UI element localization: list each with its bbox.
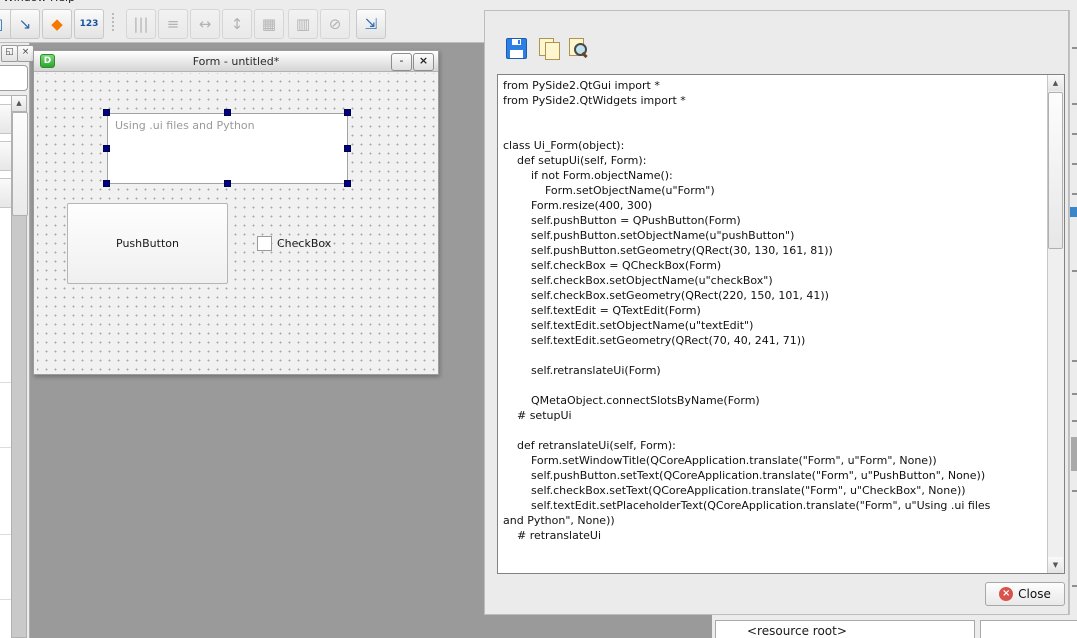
widget-box-row-divider — [0, 599, 11, 600]
selected-row-edge — [1070, 207, 1077, 217]
selection-handle[interactable] — [103, 145, 110, 152]
menu-help[interactable]: Help — [50, 0, 75, 4]
layout-horizontal-splitter-button: ↔ — [190, 9, 220, 39]
layout-vertically-button: ≡ — [158, 9, 188, 39]
tick-mark — [1072, 360, 1077, 362]
tick-mark — [1072, 393, 1077, 395]
widget-box-scrollbar[interactable]: ▲ — [11, 95, 27, 638]
checkbox-indicator[interactable] — [257, 236, 272, 251]
save-icon[interactable] — [506, 38, 528, 60]
copy-icon[interactable] — [539, 38, 561, 60]
form-designer-window: D Form - untitled* - × Using .ui files a… — [33, 50, 439, 375]
qt-designer-screen: Window Help ▯↘◆123|||≡↔↕▦▥⊘⇲ ◱ × ▲ D For… — [0, 0, 1077, 638]
selection-handle[interactable] — [224, 109, 231, 116]
widget-box-float-button[interactable]: ◱ — [1, 45, 18, 62]
layout-grid-button: ▦ — [254, 9, 284, 39]
tick-mark — [1072, 420, 1077, 422]
selection-handle[interactable] — [103, 180, 110, 187]
textedit-widget[interactable]: Using .ui files and Python — [107, 113, 348, 184]
property-editor-edge — [1069, 10, 1077, 618]
selection-handle[interactable] — [344, 145, 351, 152]
selection-handle[interactable] — [103, 109, 110, 116]
widget-box-panel: ◱ × ▲ — [0, 43, 30, 638]
scrollbar-thumb[interactable] — [1048, 92, 1063, 249]
selection-handle[interactable] — [344, 109, 351, 116]
code-view[interactable]: from PySide2.QtGui import * from PySide2… — [497, 74, 1065, 574]
widget-box-row-divider — [0, 382, 11, 383]
toolbar-separator — [112, 13, 114, 33]
tick-mark — [1072, 163, 1077, 165]
selection-handle[interactable] — [224, 180, 231, 187]
widget-box-close-button[interactable]: × — [17, 45, 34, 62]
edit-signals-slots-button[interactable]: ↘ — [10, 9, 40, 39]
close-dialog-button[interactable]: × Close — [985, 582, 1065, 606]
edit-tab-order-button[interactable]: 123 — [74, 9, 104, 39]
form-window-icon: D — [40, 54, 55, 68]
tick-mark — [1072, 193, 1077, 195]
resource-tree[interactable]: <resource root> — [715, 620, 975, 638]
edit-buddies-button[interactable]: ◆ — [42, 9, 72, 39]
scroll-down-icon[interactable]: ▼ — [1048, 557, 1063, 573]
widget-box-filter-input[interactable] — [0, 65, 28, 91]
layout-form-button: ▥ — [288, 9, 318, 39]
form-canvas[interactable]: Using .ui files and Python PushButton Ch… — [37, 73, 437, 373]
scroll-up-icon[interactable]: ▲ — [1048, 75, 1063, 91]
tick-mark — [1072, 103, 1077, 105]
widget-box-list[interactable] — [0, 95, 11, 638]
find-icon[interactable] — [569, 38, 591, 60]
close-icon: × — [999, 587, 1013, 601]
pushbutton-widget[interactable]: PushButton — [67, 203, 228, 284]
tick-mark — [1072, 47, 1077, 49]
scrollbar-thumb[interactable] — [1071, 437, 1077, 471]
minimize-button[interactable]: - — [391, 53, 412, 71]
tick-mark — [1072, 585, 1077, 587]
menu-window[interactable]: Window — [3, 0, 46, 4]
tick-mark — [1072, 133, 1077, 135]
break-layout-button: ⊘ — [320, 9, 350, 39]
code-scrollbar[interactable]: ▲ ▼ — [1047, 75, 1064, 573]
selection-handle[interactable] — [344, 180, 351, 187]
form-window-titlebar[interactable]: D Form - untitled* - × — [34, 51, 438, 72]
close-button-label: Close — [1018, 587, 1051, 601]
close-window-button[interactable]: × — [413, 53, 434, 71]
form-window-title: Form - untitled* — [34, 51, 438, 72]
scroll-up-icon[interactable]: ▲ — [12, 96, 26, 112]
main-toolbar: ▯↘◆123|||≡↔↕▦▥⊘⇲ — [0, 5, 470, 43]
checkbox-label: CheckBox — [277, 237, 331, 250]
code-preview-dialog: from PySide2.QtGui import * from PySide2… — [484, 10, 1069, 615]
adjust-size-button[interactable]: ⇲ — [356, 9, 386, 39]
widget-box-row-divider — [0, 534, 11, 535]
tick-mark — [1072, 270, 1077, 272]
resource-browser-panel: <resource root> — [712, 615, 1077, 638]
checkbox-widget[interactable]: CheckBox — [257, 223, 358, 264]
resource-root-item[interactable]: <resource root> — [747, 624, 847, 638]
scrollbar-thumb[interactable] — [12, 112, 28, 216]
layout-vertical-splitter-button: ↕ — [222, 9, 252, 39]
layout-horizontally-button: ||| — [126, 9, 156, 39]
resource-detail-pane[interactable] — [980, 620, 1077, 638]
code-text[interactable]: from PySide2.QtGui import * from PySide2… — [503, 78, 990, 543]
tick-mark — [1072, 490, 1077, 492]
widget-box-row-divider — [0, 447, 11, 448]
